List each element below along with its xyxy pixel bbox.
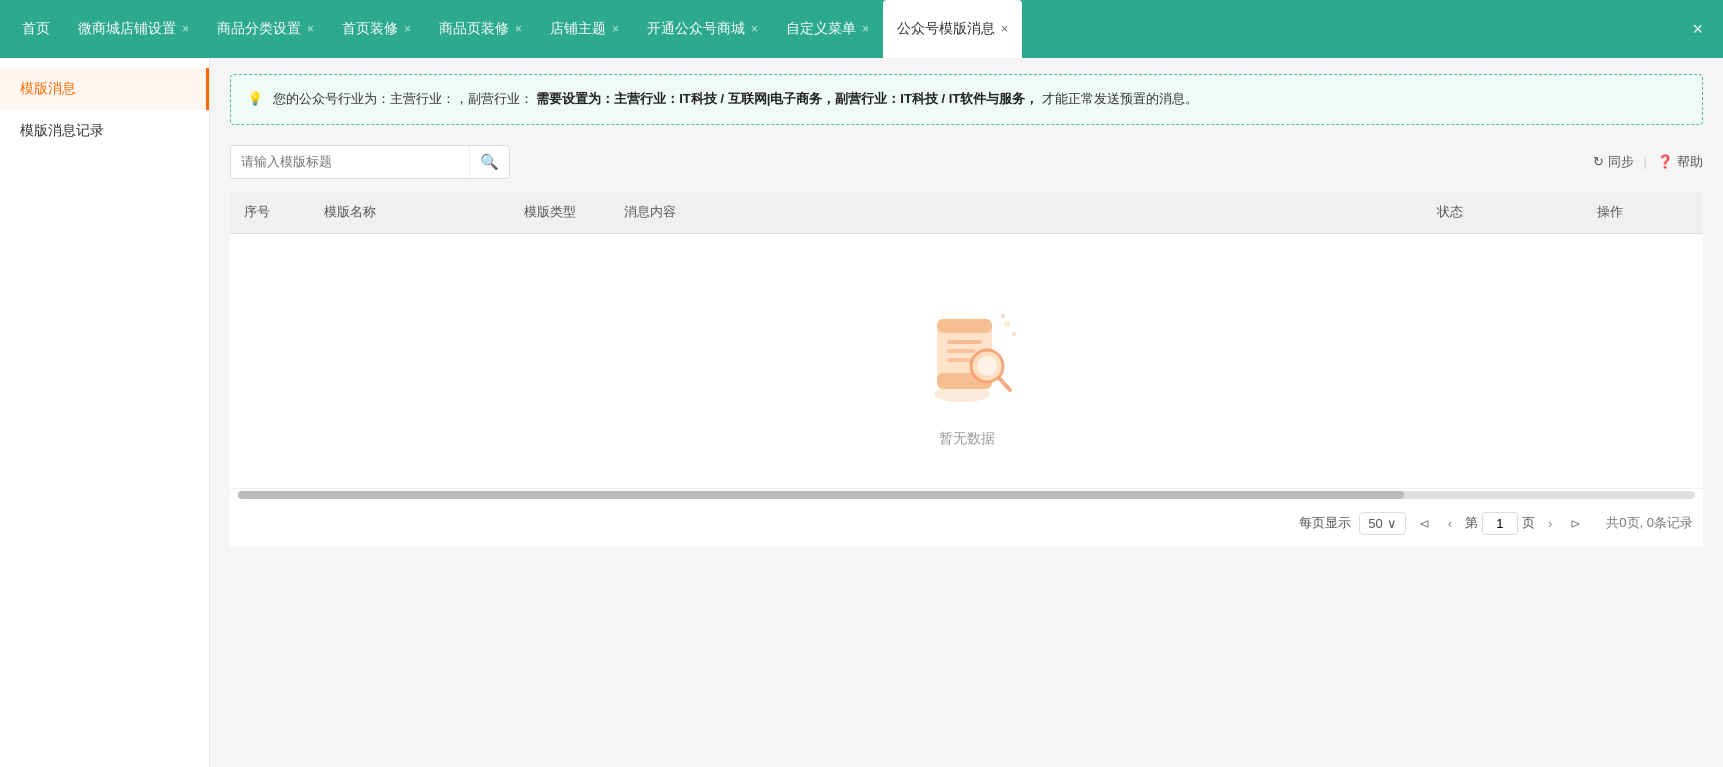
nav-tab-wsc-label: 微商城店铺设置 xyxy=(78,20,176,38)
page-size-value: 50 xyxy=(1368,516,1382,531)
nav-tab-open-mall-label: 开通公众号商城 xyxy=(647,20,745,38)
nav-tab-custom-menu[interactable]: 自定义菜单 × xyxy=(772,0,883,58)
nav-tab-wsc[interactable]: 微商城店铺设置 × xyxy=(64,0,203,58)
content-area: 💡 您的公众号行业为：主营行业：，副营行业： 需要设置为：主营行业：IT科技 /… xyxy=(210,58,1723,767)
nav-tab-home-decor-close[interactable]: × xyxy=(404,22,411,36)
svg-point-11 xyxy=(1012,332,1016,336)
col-name: 模版名称 xyxy=(310,191,510,234)
page-size-prefix: 每页显示 xyxy=(1299,514,1351,532)
top-nav: 首页 微商城店铺设置 × 商品分类设置 × 首页装修 × 商品页装修 × 店铺主… xyxy=(0,0,1723,58)
nav-tab-template-msg-close[interactable]: × xyxy=(1001,22,1008,36)
sidebar: 模版消息 模版消息记录 xyxy=(0,58,210,767)
notice-icon: 💡 xyxy=(247,91,263,106)
nav-tab-category-close[interactable]: × xyxy=(307,22,314,36)
data-table: 序号 模版名称 模版类型 消息内容 状态 操作 xyxy=(230,191,1703,234)
svg-point-10 xyxy=(1004,321,1010,327)
nav-tab-home-decor[interactable]: 首页装修 × xyxy=(328,0,425,58)
scrollbar-area[interactable] xyxy=(230,488,1703,500)
nav-tab-category[interactable]: 商品分类设置 × xyxy=(203,0,328,58)
nav-tab-shop-theme-close[interactable]: × xyxy=(612,22,619,36)
total-info: 共0页, 0条记录 xyxy=(1606,514,1693,532)
nav-tab-wsc-close[interactable]: × xyxy=(182,22,189,36)
sync-label: 同步 xyxy=(1608,153,1634,171)
search-actions: ↻ 同步 | ❓ 帮助 xyxy=(1593,153,1703,171)
svg-line-9 xyxy=(999,378,1010,390)
svg-rect-4 xyxy=(947,340,982,344)
help-icon: ❓ xyxy=(1657,154,1673,169)
page-suffix-label: 页 xyxy=(1522,514,1535,532)
help-button[interactable]: ❓ 帮助 xyxy=(1657,153,1703,171)
svg-point-8 xyxy=(977,356,997,376)
main-layout: 模版消息 模版消息记录 💡 您的公众号行业为：主营行业：，副营行业： 需要设置为… xyxy=(0,58,1723,767)
page-input-wrap: 第 页 xyxy=(1465,512,1535,535)
nav-tab-home-decor-label: 首页装修 xyxy=(342,20,398,38)
notice-prefix: 您的公众号行业为：主营行业：，副营行业： xyxy=(273,91,533,106)
page-number-input[interactable] xyxy=(1482,512,1518,535)
nav-tab-home[interactable]: 首页 xyxy=(8,0,64,58)
nav-tab-category-label: 商品分类设置 xyxy=(217,20,301,38)
svg-rect-5 xyxy=(947,349,975,353)
col-action: 操作 xyxy=(1583,191,1703,234)
prev-page-button[interactable]: ‹ xyxy=(1443,513,1457,534)
nav-tab-open-mall[interactable]: 开通公众号商城 × xyxy=(633,0,772,58)
nav-tab-template-msg[interactable]: 公众号模版消息 × xyxy=(883,0,1022,58)
sync-button[interactable]: ↻ 同步 xyxy=(1593,153,1634,171)
table-header-row: 序号 模版名称 模版类型 消息内容 状态 操作 xyxy=(230,191,1703,234)
sidebar-item-template-msg-label: 模版消息 xyxy=(20,80,76,96)
nav-tab-home-label: 首页 xyxy=(22,20,50,38)
next-page-button[interactable]: › xyxy=(1543,513,1557,534)
page-prefix-label: 第 xyxy=(1465,514,1478,532)
scrollbar-track xyxy=(238,491,1695,499)
svg-rect-2 xyxy=(937,319,992,333)
nav-tab-shop-theme-label: 店铺主题 xyxy=(550,20,606,38)
nav-tab-custom-menu-close[interactable]: × xyxy=(862,22,869,36)
nav-tab-product-decor-close[interactable]: × xyxy=(515,22,522,36)
search-input[interactable] xyxy=(231,147,469,176)
empty-text: 暂无数据 xyxy=(939,430,995,448)
sidebar-item-template-msg-record[interactable]: 模版消息记录 xyxy=(0,110,209,152)
nav-tab-open-mall-close[interactable]: × xyxy=(751,22,758,36)
empty-illustration xyxy=(907,294,1027,414)
page-size-arrow: ∨ xyxy=(1387,516,1397,531)
search-input-wrap: 🔍 xyxy=(230,145,510,179)
notice-box: 💡 您的公众号行业为：主营行业：，副营行业： 需要设置为：主营行业：IT科技 /… xyxy=(230,74,1703,125)
sidebar-item-template-msg-record-label: 模版消息记录 xyxy=(20,122,104,138)
search-icon[interactable]: 🔍 xyxy=(469,146,509,178)
col-type: 模版类型 xyxy=(510,191,610,234)
first-page-button[interactable]: ⊲ xyxy=(1414,513,1435,534)
divider: | xyxy=(1644,154,1647,169)
nav-tab-product-decor-label: 商品页装修 xyxy=(439,20,509,38)
pagination: 每页显示 50 ∨ ⊲ ‹ 第 页 › ⊳ 共0页, 0条记录 xyxy=(230,500,1703,547)
help-label: 帮助 xyxy=(1677,153,1703,171)
search-bar: 🔍 ↻ 同步 | ❓ 帮助 xyxy=(230,145,1703,179)
sidebar-item-template-msg[interactable]: 模版消息 xyxy=(0,68,209,110)
sync-icon: ↻ xyxy=(1593,154,1604,169)
nav-tab-shop-theme[interactable]: 店铺主题 × xyxy=(536,0,633,58)
col-status: 状态 xyxy=(1423,191,1583,234)
nav-tab-template-msg-label: 公众号模版消息 xyxy=(897,20,995,38)
table-wrapper: 序号 模版名称 模版类型 消息内容 状态 操作 xyxy=(230,191,1703,488)
close-all-button[interactable]: × xyxy=(1680,19,1715,40)
col-content: 消息内容 xyxy=(610,191,1423,234)
empty-state: 暂无数据 xyxy=(230,234,1703,488)
scrollbar-thumb[interactable] xyxy=(238,491,1404,499)
col-seq: 序号 xyxy=(230,191,310,234)
last-page-button[interactable]: ⊳ xyxy=(1565,513,1586,534)
page-size-select[interactable]: 50 ∨ xyxy=(1359,512,1405,535)
nav-tab-custom-menu-label: 自定义菜单 xyxy=(786,20,856,38)
svg-point-12 xyxy=(1001,314,1005,318)
notice-suffix: 才能正常发送预置的消息。 xyxy=(1042,91,1198,106)
notice-highlight: 需要设置为：主营行业：IT科技 / 互联网|电子商务，副营行业：IT科技 / I… xyxy=(536,91,1038,106)
nav-tab-product-decor[interactable]: 商品页装修 × xyxy=(425,0,536,58)
